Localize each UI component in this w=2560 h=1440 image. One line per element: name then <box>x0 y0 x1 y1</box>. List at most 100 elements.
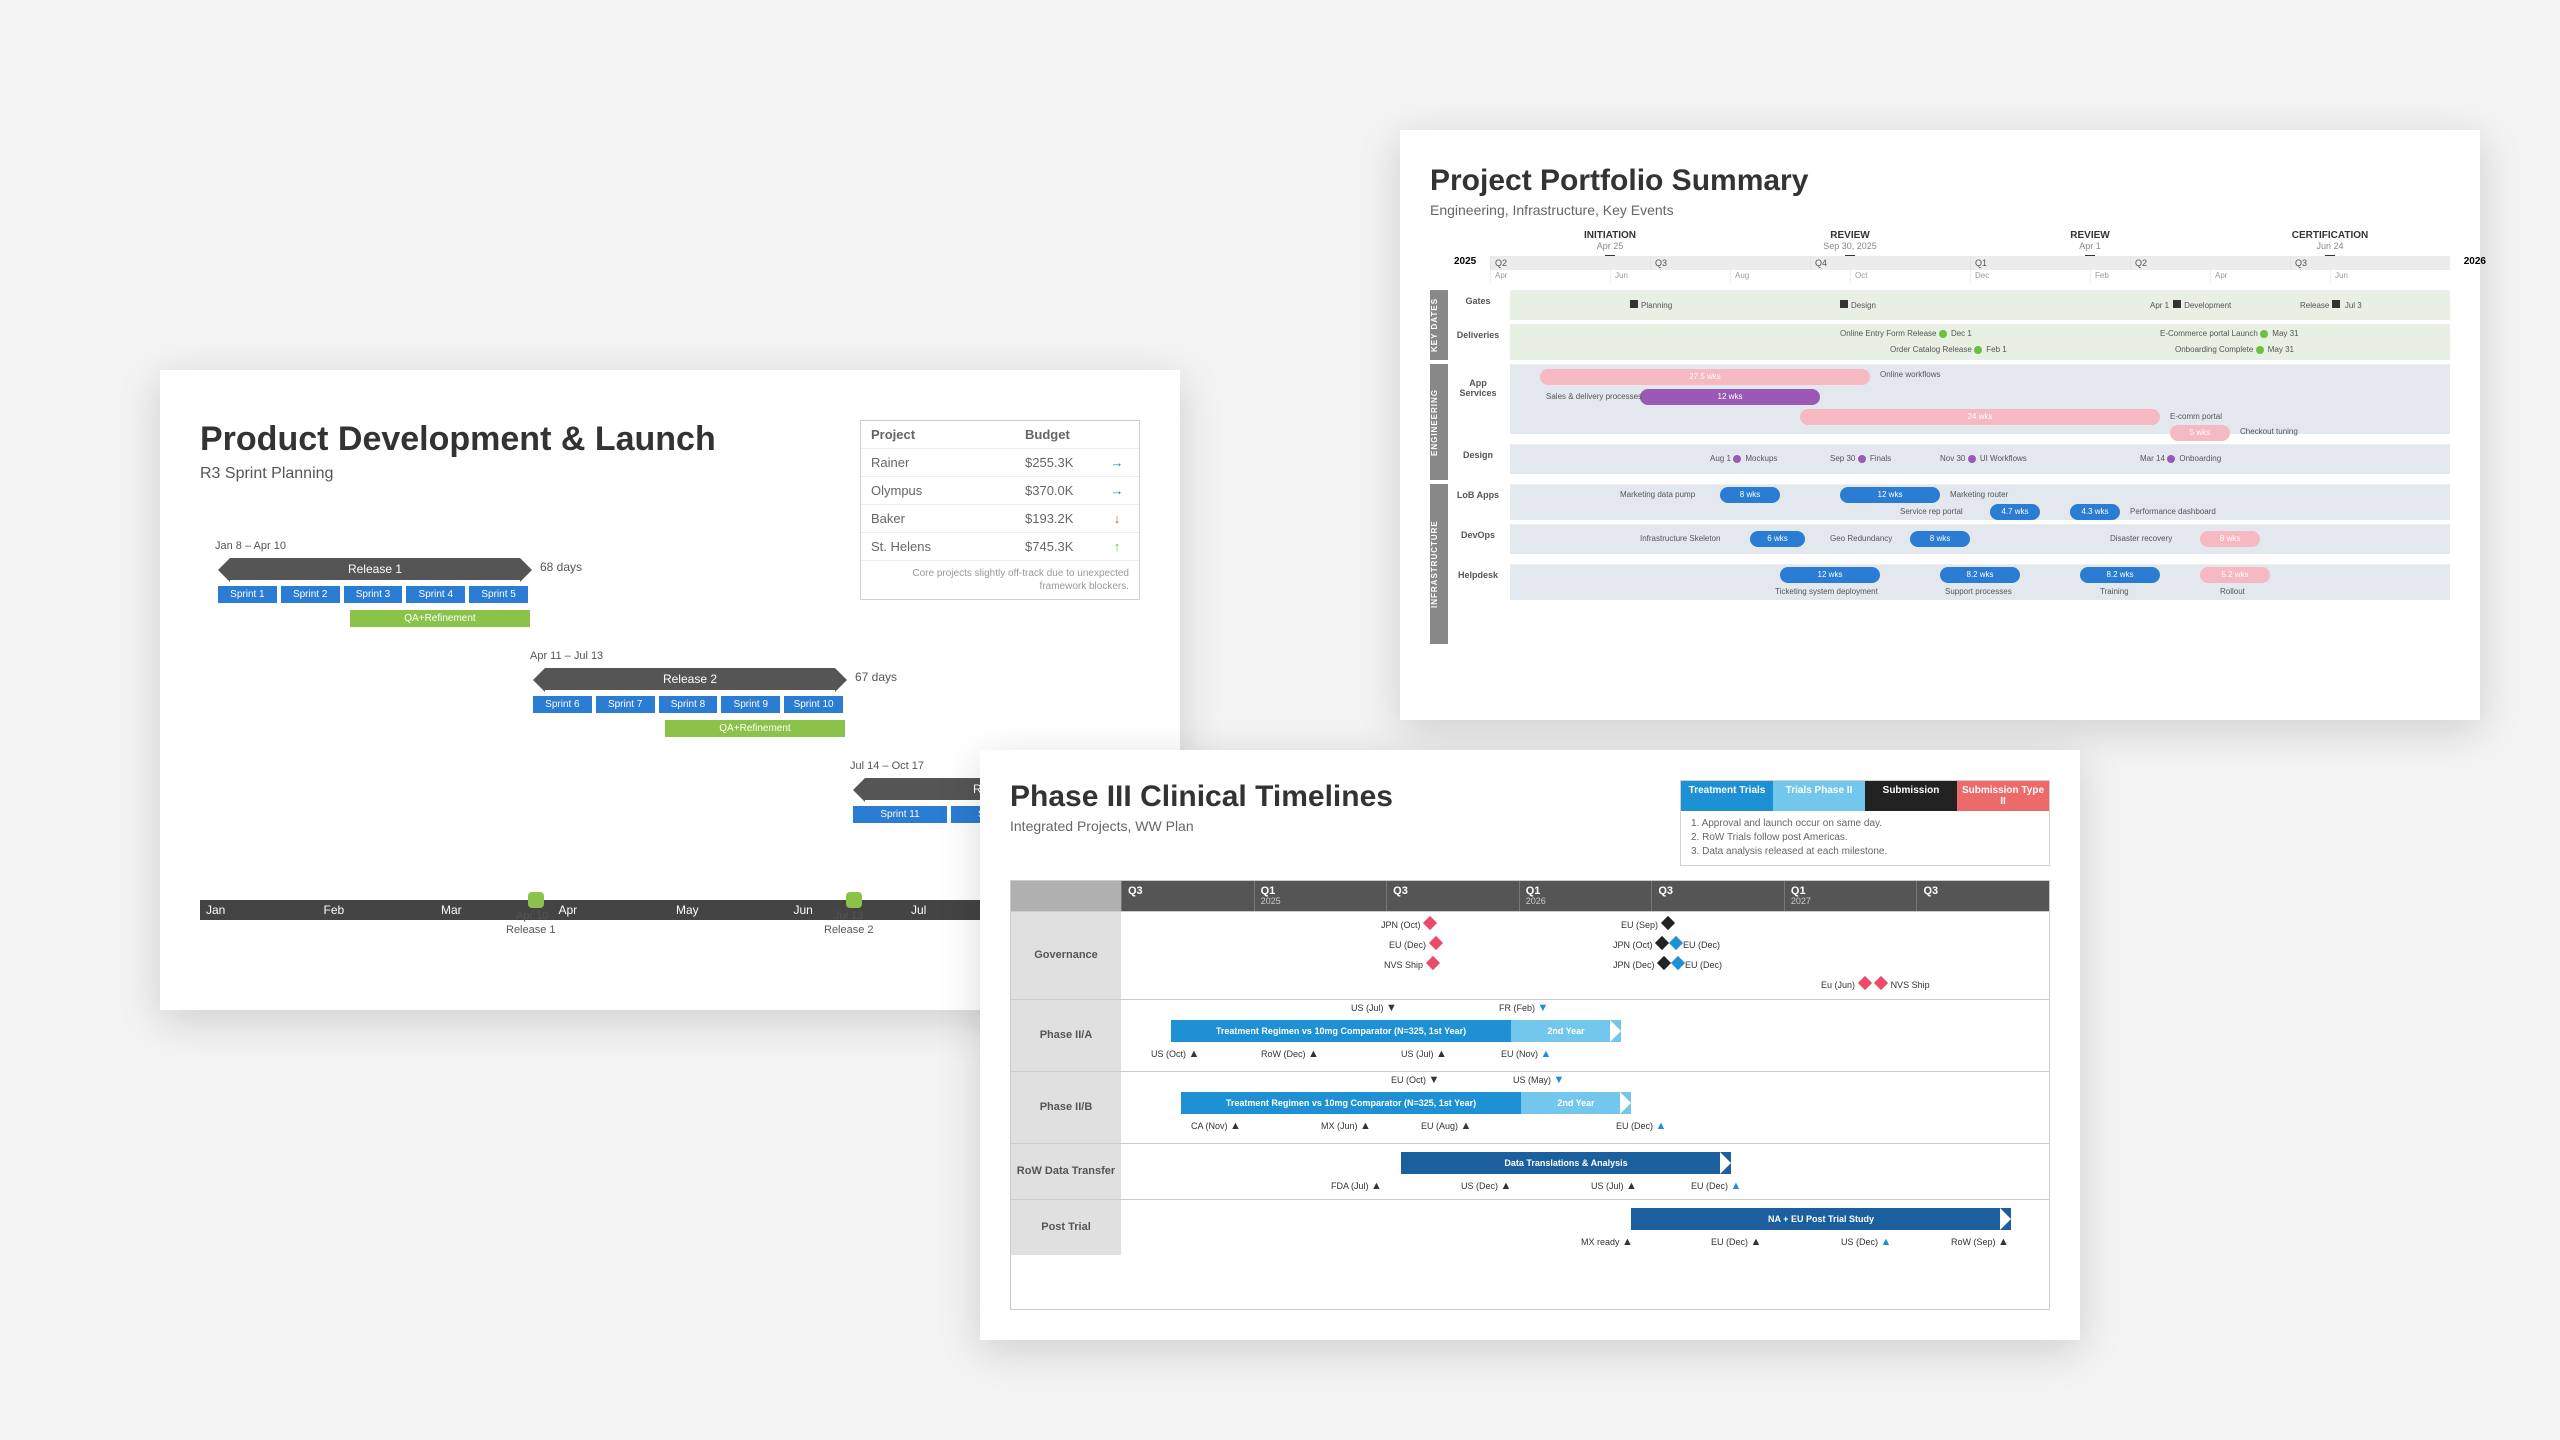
bar: 8 wks <box>2200 531 2260 547</box>
card-portfolio: Project Portfolio Summary Engineering, I… <box>1400 130 2480 720</box>
legend-item: Submission Type II <box>1957 781 2049 811</box>
qa-bar: QA+Refinement <box>350 610 530 627</box>
diamond-icon <box>1425 956 1439 970</box>
diamond-icon <box>1655 936 1669 950</box>
row-label: Helpdesk <box>1450 564 1506 580</box>
deliv-dot-icon <box>2260 330 2268 338</box>
release-bar: Release 2 <box>545 668 835 690</box>
gates-row: Planning Design Apr 1Development Release… <box>1510 290 2450 320</box>
sprint: Sprint 8 <box>659 696 718 713</box>
legend-box: Treatment Trials Trials Phase II Submiss… <box>1680 780 2050 866</box>
milestone-flag-icon <box>846 892 862 908</box>
trend-icon: → <box>1105 455 1129 470</box>
row-label: LoB Apps <box>1450 484 1506 500</box>
release-bar: Release 1 <box>230 558 520 580</box>
bar: 8 wks <box>1720 487 1780 503</box>
bar: 6 wks <box>1750 531 1805 547</box>
row-phase-2b: Phase II/B EU (Oct) US (May) Treatment R… <box>1011 1071 2049 1143</box>
sprint: Sprint 4 <box>406 586 465 603</box>
budget-header-budget: Budget <box>1025 427 1105 442</box>
group-tab: KEY DATES <box>1430 290 1448 360</box>
legend-item: Trials Phase II <box>1773 781 1865 811</box>
bar: 12 wks <box>1840 487 1940 503</box>
qa-bar: QA+Refinement <box>665 720 845 737</box>
trial-bar: 2nd Year <box>1521 1092 1631 1114</box>
milestone-date: Jul 13 <box>834 910 863 922</box>
range-label: Jul 14 – Oct 17 <box>850 760 924 772</box>
bar: 27.5 wks <box>1540 369 1870 385</box>
clinical-grid: Q3 Q12025 Q3 Q12026 Q3 Q12027 Q3 Governa… <box>1010 880 2050 1310</box>
row-label: App Services <box>1450 372 1506 398</box>
design-dot-icon <box>1858 455 1866 463</box>
row-post-trial: Post Trial NA + EU Post Trial Study MX r… <box>1011 1199 2049 1255</box>
portfolio-body: KEY DATES ENGINEERING INFRASTRUCTURE Gat… <box>1430 290 2450 690</box>
sprint: Sprint 9 <box>721 696 780 713</box>
card2-subtitle: Engineering, Infrastructure, Key Events <box>1430 202 2450 218</box>
budget-header-project: Project <box>871 427 1025 442</box>
milestone-flag-icon <box>528 892 544 908</box>
legend-item: Treatment Trials <box>1681 781 1773 811</box>
bar: 8 wks <box>1910 531 1970 547</box>
bar: 8.2 wks <box>1940 567 2020 583</box>
bar: 24 wks <box>1800 409 2160 425</box>
milestone-label: Release 1 <box>506 924 556 936</box>
deliv-dot-icon <box>1974 346 1982 354</box>
sprint: Sprint 5 <box>469 586 528 603</box>
bar: 5.2 wks <box>2200 567 2270 583</box>
legend-note: 1. Approval and launch occur on same day… <box>1691 817 2039 831</box>
row-phase-2a: Phase II/A US (Jul) FR (Feb) Treatment R… <box>1011 999 2049 1071</box>
diamond-icon <box>1857 976 1871 990</box>
trial-bar: 2nd Year <box>1511 1020 1621 1042</box>
bar: 4.3 wks <box>2070 504 2120 520</box>
row-label: Gates <box>1450 290 1506 306</box>
row-label: Design <box>1450 444 1506 460</box>
gate-marker-icon <box>1630 300 1638 308</box>
legend-item: Submission <box>1865 781 1957 811</box>
deliveries-row: Online Entry Form Release Dec 1 Order Ca… <box>1510 324 2450 360</box>
deliv-dot-icon <box>2256 346 2264 354</box>
transfer-bar: Data Translations & Analysis <box>1401 1152 1731 1174</box>
sprint: Sprint 6 <box>533 696 592 713</box>
row-governance: Governance JPN (Oct) EU (Dec) NVS Ship E… <box>1011 911 2049 999</box>
diamond-icon <box>1423 916 1437 930</box>
trial-bar: Treatment Regimen vs 10mg Comparator (N=… <box>1181 1092 1521 1114</box>
sprint: Sprint 11 <box>853 806 947 823</box>
row-label: DevOps <box>1450 524 1506 540</box>
group-tab: INFRASTRUCTURE <box>1430 484 1448 644</box>
days-label: 68 days <box>540 560 582 574</box>
bar: 12 wks <box>1640 389 1820 405</box>
diamond-icon <box>1428 936 1442 950</box>
milestone-label: Release 2 <box>824 924 874 936</box>
app-row: 27.5 wks Online workflows 12 wks Sales &… <box>1510 364 2450 434</box>
bar: 4.7 wks <box>1990 504 2040 520</box>
year-label: 2025 <box>1454 256 1476 267</box>
card2-title: Project Portfolio Summary <box>1430 164 2450 198</box>
design-dot-icon <box>1968 455 1976 463</box>
sprint: Sprint 1 <box>218 586 277 603</box>
legend-note: 3. Data analysis released at each milest… <box>1691 845 2039 859</box>
row-row-data: RoW Data Transfer Data Translations & An… <box>1011 1143 2049 1199</box>
deliv-dot-icon <box>1939 330 1947 338</box>
trend-icon: → <box>1105 483 1129 498</box>
diamond-icon <box>1657 956 1671 970</box>
design-row: Aug 1 Mockups Sep 30 Finals Nov 30 UI Wo… <box>1510 444 2450 474</box>
sprint: Sprint 3 <box>344 586 403 603</box>
milestone-date: Apr 10 <box>516 910 548 922</box>
group-tab: ENGINEERING <box>1430 364 1448 480</box>
bar: 12 wks <box>1780 567 1880 583</box>
gate-marker-icon <box>2332 300 2340 308</box>
budget-proj: Baker <box>871 511 1025 526</box>
diamond-icon <box>1669 936 1683 950</box>
trial-bar: Treatment Regimen vs 10mg Comparator (N=… <box>1171 1020 1511 1042</box>
legend-note: 2. RoW Trials follow post Americas. <box>1691 831 2039 845</box>
design-dot-icon <box>1733 455 1741 463</box>
gate-marker-icon <box>1840 300 1848 308</box>
card-clinical: Phase III Clinical Timelines Integrated … <box>980 750 2080 1340</box>
gate-marker-icon <box>2173 300 2181 308</box>
range-label: Apr 11 – Jul 13 <box>530 650 603 662</box>
range-label: Jan 8 – Apr 10 <box>215 540 286 552</box>
sprint: Sprint 2 <box>281 586 340 603</box>
row-label: Deliveries <box>1450 324 1506 340</box>
diamond-icon <box>1874 976 1888 990</box>
timeline-header: INITIATIONApr 25 REVIEWSep 30, 2025 REVI… <box>1490 230 2450 290</box>
